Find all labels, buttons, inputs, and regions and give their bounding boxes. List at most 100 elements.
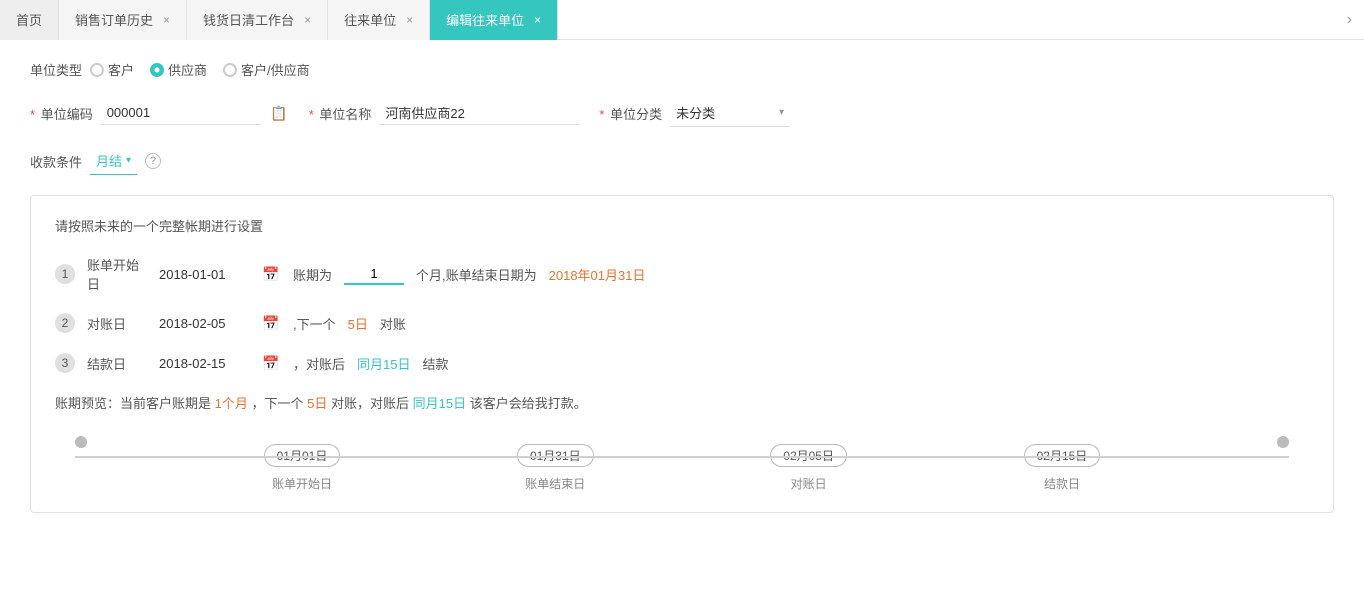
tab-edit-partner-close-icon[interactable]: × (534, 13, 541, 27)
tl-sub-3: 对账日 (791, 475, 827, 492)
row-cal-icon-1[interactable]: 📅 (261, 264, 281, 284)
timeline-point-1: 01月01日 账单开始日 (264, 436, 341, 492)
unit-name-label: * 单位名称 (309, 104, 372, 123)
setting-row-1: 1 账单开始日 2018-01-01 📅 账期为 个月,账单结束日期为 2018… (55, 255, 1309, 293)
tab-bar: 首页 销售订单历史 × 钱货日清工作台 × 往来单位 × 编辑往来单位 × › (0, 0, 1364, 40)
tl-start-circle (75, 436, 87, 448)
radio-both-label: 客户/供应商 (241, 60, 310, 79)
tab-partner-close-icon[interactable]: × (406, 13, 413, 27)
tab-edit-partner-label: 编辑往来单位 (446, 10, 524, 29)
preview-val-2: 5日 (307, 396, 327, 411)
radio-supplier-label: 供应商 (168, 60, 207, 79)
tab-partner-unit[interactable]: 往来单位 × (328, 0, 430, 40)
tab-partner-label: 往来单位 (344, 10, 396, 29)
main-content: 单位类型 客户 供应商 客户/供应商 * 单位编码 (0, 40, 1364, 608)
unit-details-row: * 单位编码 📋 * 单位名称 * 单位分类 未分类 ▾ (30, 99, 1334, 127)
payment-terms-group: 收款条件 月结 ▾ ? (30, 147, 161, 175)
row-highlight-2: 5日 (348, 314, 368, 333)
radio-both[interactable]: 客户/供应商 (223, 60, 310, 79)
unit-code-label: * 单位编码 (30, 104, 93, 123)
row-desc-before-3: ，对账后 (293, 354, 345, 373)
row-desc-before-1: 账期为 (293, 265, 332, 284)
timeline-point-2: 01月31日 账单结束日 (517, 436, 594, 492)
row-desc-after-1: 个月,账单结束日期为 (416, 265, 537, 284)
tab-cash-close-icon[interactable]: × (304, 13, 311, 27)
row-highlight-1: 2018年01月31日 (549, 265, 646, 284)
tl-sub-1: 账单开始日 (272, 475, 332, 492)
unit-category-label: * 单位分类 (599, 104, 662, 123)
row-highlight-3: 同月15日 (357, 354, 410, 373)
timeline-end-dot (1277, 436, 1289, 448)
payment-terms-label: 收款条件 (30, 152, 82, 171)
payment-terms-row: 收款条件 月结 ▾ ? (30, 147, 1334, 175)
preview-val-1: 1个月 (215, 396, 248, 411)
row-cal-icon-2[interactable]: 📅 (261, 313, 281, 333)
unit-code-copy-icon[interactable]: 📋 (269, 103, 289, 123)
preview-val-3: 同月15日 (413, 396, 466, 411)
radio-supplier-circle (150, 63, 164, 77)
payment-terms-select[interactable]: 月结 ▾ (90, 147, 137, 175)
required-star-name: * (309, 107, 314, 122)
unit-type-group: 单位类型 客户 供应商 客户/供应商 (30, 60, 310, 79)
payment-terms-chevron-icon: ▾ (126, 155, 131, 166)
unit-category-chevron-icon: ▾ (779, 107, 784, 118)
timeline-point-3: 02月05日 对账日 (770, 436, 847, 492)
unit-category-group: * 单位分类 未分类 ▾ (599, 99, 790, 127)
unit-category-value: 未分类 (676, 103, 775, 122)
timeline-point-4: 02月15日 结款日 (1024, 436, 1101, 492)
row-date-1: 2018-01-01 (159, 267, 249, 282)
radio-customer-label: 客户 (108, 60, 134, 79)
row-desc-after-3: 结款 (422, 354, 448, 373)
row-label-1: 账单开始日 (87, 255, 147, 293)
row-desc-before-2: ,下一个 (293, 314, 336, 333)
unit-code-input[interactable] (101, 101, 261, 125)
row-num-3: 3 (55, 353, 75, 373)
tab-sales-order-history[interactable]: 销售订单历史 × (59, 0, 187, 40)
unit-name-input[interactable] (379, 101, 579, 125)
row-num-2: 2 (55, 313, 75, 333)
timeline-wrapper: 01月01日 账单开始日 01月31日 账单结束日 02月05日 对账日 02月… (55, 436, 1309, 492)
radio-customer[interactable]: 客户 (90, 60, 134, 79)
tab-more-button[interactable]: › (1335, 11, 1364, 29)
tl-sub-4: 结款日 (1044, 475, 1080, 492)
period-input[interactable] (344, 264, 404, 285)
tab-sales-close-icon[interactable]: × (163, 13, 170, 27)
tl-end-circle (1277, 436, 1289, 448)
box-title: 请按照未来的一个完整帐期进行设置 (55, 216, 1309, 235)
row-label-3: 结款日 (87, 354, 147, 373)
unit-type-row: 单位类型 客户 供应商 客户/供应商 (30, 60, 1334, 79)
tl-sub-2: 账单结束日 (525, 475, 585, 492)
tab-edit-partner-unit[interactable]: 编辑往来单位 × (430, 0, 558, 40)
tab-home-label: 首页 (16, 10, 42, 29)
payment-terms-help-icon[interactable]: ? (145, 153, 161, 169)
unit-name-group: * 单位名称 (309, 101, 580, 125)
payment-terms-value: 月结 (96, 151, 122, 170)
radio-group: 客户 供应商 客户/供应商 (90, 60, 310, 79)
radio-supplier[interactable]: 供应商 (150, 60, 207, 79)
preview-text: 账期预览：当前客户账期是 1个月 ，下一个 5日 对账，对账后 同月15日 该客… (55, 393, 1309, 412)
timeline-start-dot (75, 436, 87, 448)
preview-prefix: 账期预览：当前客户账期是 (55, 396, 211, 411)
unit-code-group: * 单位编码 📋 (30, 101, 289, 125)
tab-cash-ledger[interactable]: 钱货日清工作台 × (187, 0, 328, 40)
row-date-2: 2018-02-05 (159, 316, 249, 331)
row-cal-icon-3[interactable]: 📅 (261, 353, 281, 373)
tab-cash-label: 钱货日清工作台 (203, 10, 294, 29)
setting-row-3: 3 结款日 2018-02-15 📅 ，对账后 同月15日 结款 (55, 353, 1309, 373)
setting-row-2: 2 对账日 2018-02-05 📅 ,下一个 5日 对账 (55, 313, 1309, 333)
row-num-1: 1 (55, 264, 75, 284)
row-desc-after-2: 对账 (380, 314, 406, 333)
required-star-code: * (30, 107, 35, 122)
unit-category-select[interactable]: 未分类 ▾ (670, 99, 790, 127)
required-star-cat: * (599, 107, 604, 122)
row-label-2: 对账日 (87, 314, 147, 333)
preview-mid2: 对账，对账后 (331, 396, 409, 411)
radio-both-circle (223, 63, 237, 77)
tab-sales-label: 销售订单历史 (75, 10, 153, 29)
radio-customer-circle (90, 63, 104, 77)
timeline-points: 01月01日 账单开始日 01月31日 账单结束日 02月05日 对账日 02月… (75, 436, 1289, 492)
settings-box: 请按照未来的一个完整帐期进行设置 1 账单开始日 2018-01-01 📅 账期… (30, 195, 1334, 513)
unit-type-label: 单位类型 (30, 60, 82, 79)
preview-suffix: 该客户会给我打款。 (470, 396, 587, 411)
tab-home[interactable]: 首页 (0, 0, 59, 40)
